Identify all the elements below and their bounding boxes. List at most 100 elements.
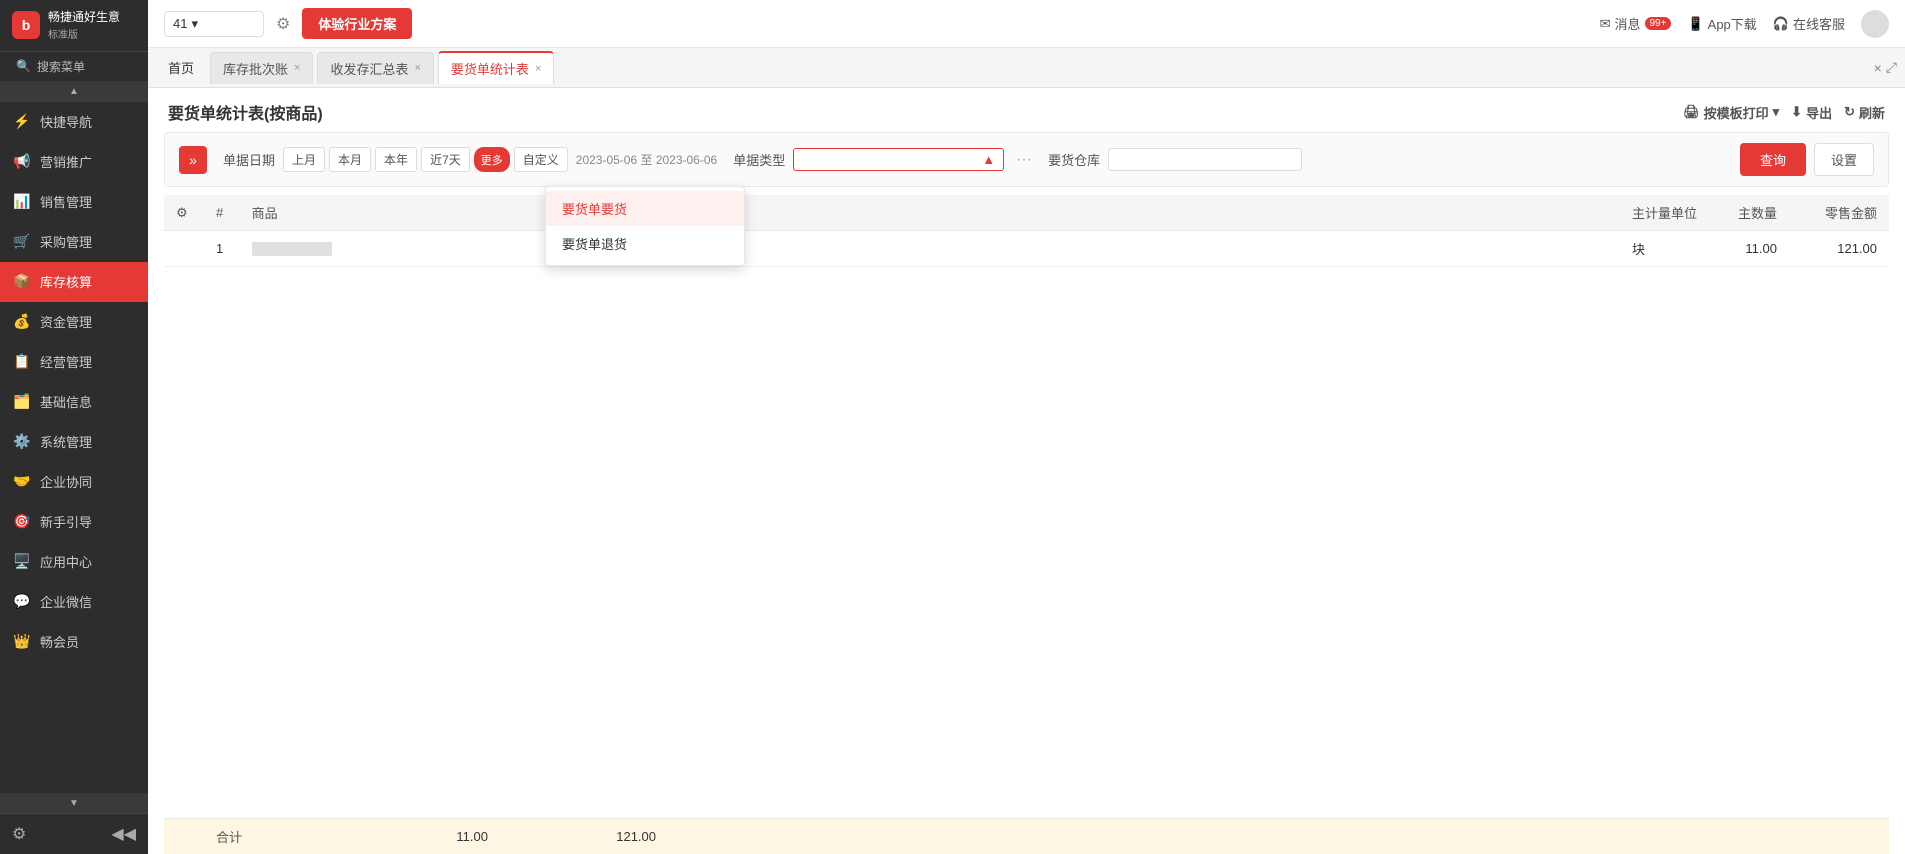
gear-icon[interactable]: ⚙	[176, 205, 188, 220]
download-icon: 📱	[1687, 16, 1703, 32]
sidebar-item-9[interactable]: 🤝 企业协同	[0, 462, 148, 502]
sidebar-scroll-up-btn[interactable]: ▲	[0, 82, 148, 102]
type-select-input[interactable]	[802, 152, 978, 167]
sidebar-item-3[interactable]: 🛒 采购管理	[0, 222, 148, 262]
sidebar-item-10[interactable]: 🎯 新手引导	[0, 502, 148, 542]
refresh-btn[interactable]: ↻ 刷新	[1844, 103, 1885, 122]
sidebar-item-4[interactable]: 📦 库存核算	[0, 262, 148, 302]
dropdown-option-1[interactable]: 要货单要货	[546, 191, 744, 226]
trial-btn[interactable]: 体验行业方案	[302, 8, 412, 39]
sidebar-item-11[interactable]: 🖥️ 应用中心	[0, 542, 148, 582]
user-avatar[interactable]	[1861, 10, 1889, 38]
footer-label: 合计	[176, 827, 408, 846]
topbar-right: ✉ 消息 99+ 📱 App下载 🎧 在线客服	[1600, 10, 1889, 38]
warehouse-select-wrapper[interactable]	[1108, 148, 1302, 171]
sidebar-item-13[interactable]: 👑 畅会员	[0, 622, 148, 662]
export-btn[interactable]: ⬇ 导出	[1791, 103, 1832, 122]
row-qty-0: 11.00	[1709, 231, 1789, 267]
sidebar-search[interactable]: 🔍 搜索菜单	[0, 52, 148, 82]
row-num-0: 1	[200, 231, 240, 267]
sidebar-item-label-12: 企业微信	[40, 592, 92, 611]
online-service-label: 在线客服	[1793, 14, 1845, 33]
company-selector[interactable]: 41 ▾	[164, 11, 264, 37]
tab-inventory-summary[interactable]: 收发存汇总表 ×	[317, 52, 433, 84]
date-custom-btn[interactable]: 自定义	[514, 147, 568, 172]
tab-close-all-btn[interactable]: ×	[1874, 59, 1882, 76]
tab-inventory-batch-close[interactable]: ×	[294, 62, 300, 74]
sidebar-item-icon-8: ⚙️	[12, 432, 32, 452]
sidebar-item-icon-12: 💬	[12, 592, 32, 612]
sidebar-item-12[interactable]: 💬 企业微信	[0, 582, 148, 622]
tab-order-stat-close[interactable]: ×	[535, 63, 541, 75]
sidebar-scroll-down-btn[interactable]: ▼	[0, 793, 148, 813]
sidebar-collapse-icon[interactable]: ◀◀	[111, 824, 136, 844]
date-curr-month-btn[interactable]: 本月	[329, 147, 371, 172]
sidebar-item-icon-11: 🖥️	[12, 552, 32, 572]
message-btn[interactable]: ✉ 消息 99+	[1600, 14, 1672, 33]
app-download-btn[interactable]: 📱 App下载	[1687, 14, 1756, 33]
print-label: 按模板打印	[1704, 103, 1769, 122]
sidebar-search-label: 搜索菜单	[37, 58, 85, 75]
refresh-label: 刷新	[1859, 103, 1885, 122]
export-label: 导出	[1806, 103, 1832, 122]
dropdown-option-2[interactable]: 要货单退货	[546, 226, 744, 261]
sidebar-item-label-1: 营销推广	[40, 152, 92, 171]
type-select-wrapper[interactable]: ▲	[793, 148, 1004, 171]
sidebar-item-label-3: 采购管理	[40, 232, 92, 251]
sidebar-item-8[interactable]: ⚙️ 系统管理	[0, 422, 148, 462]
topbar-gear-icon[interactable]: ⚙	[276, 14, 290, 34]
date-curr-year-btn[interactable]: 本年	[375, 147, 417, 172]
sidebar-item-icon-9: 🤝	[12, 472, 32, 492]
warehouse-select-input[interactable]	[1117, 152, 1293, 167]
date-btns: 上月 本月 本年 近7天 更多 自定义	[283, 147, 568, 172]
col-gear-header: ⚙	[164, 195, 200, 231]
tab-inventory-batch[interactable]: 库存批次账 ×	[210, 52, 313, 84]
row-gear-0	[164, 231, 200, 267]
sidebar-item-icon-4: 📦	[12, 272, 32, 292]
sidebar-item-2[interactable]: 📊 销售管理	[0, 182, 148, 222]
sidebar-item-label-0: 快捷导航	[40, 112, 92, 131]
table-container: ⚙ # 商品 主计量单位 主数量 零售金额 1 块 11.0	[164, 195, 1889, 818]
tab-home[interactable]: 首页	[156, 52, 206, 83]
sidebar-logo: b 畅捷通好生意 标准版	[0, 0, 148, 52]
print-btn[interactable]: 🖨 按模板打印 ▾	[1683, 103, 1779, 122]
sidebar-settings-icon[interactable]: ⚙	[12, 824, 26, 844]
filter-expand-btn[interactable]: »	[179, 146, 207, 174]
sidebar-item-icon-13: 👑	[12, 632, 32, 652]
page-header-actions: 🖨 按模板打印 ▾ ⬇ 导出 ↻ 刷新	[1683, 103, 1885, 122]
sidebar-item-icon-2: 📊	[12, 192, 32, 212]
sidebar-item-0[interactable]: ⚡ 快捷导航	[0, 102, 148, 142]
sidebar-item-7[interactable]: 🗂️ 基础信息	[0, 382, 148, 422]
print-chevron: ▾	[1773, 104, 1780, 120]
topbar-left: 41 ▾ ⚙ 体验行业方案	[164, 8, 412, 39]
page-header: 要货单统计表(按商品) 🖨 按模板打印 ▾ ⬇ 导出 ↻ 刷新	[148, 88, 1905, 132]
tab-inventory-summary-close[interactable]: ×	[414, 62, 420, 74]
date-more-btn[interactable]: 更多	[474, 147, 510, 172]
type-more-btn[interactable]: ···	[1016, 151, 1032, 169]
date-7days-btn[interactable]: 近7天	[421, 147, 470, 172]
sidebar-item-1[interactable]: 📢 营销推广	[0, 142, 148, 182]
export-icon: ⬇	[1791, 104, 1802, 120]
sidebar-item-6[interactable]: 📋 经营管理	[0, 342, 148, 382]
topbar: 41 ▾ ⚙ 体验行业方案 ✉ 消息 99+ 📱 App下载 🎧 在线客服	[148, 0, 1905, 48]
print-icon: 🖨	[1683, 104, 1700, 120]
sidebar-nav: ⚡ 快捷导航 📢 营销推广 📊 销售管理 🛒 采购管理 📦 库存核算 💰 资金管…	[0, 102, 148, 793]
main-area: 41 ▾ ⚙ 体验行业方案 ✉ 消息 99+ 📱 App下载 🎧 在线客服	[148, 0, 1905, 854]
sidebar-item-label-7: 基础信息	[40, 392, 92, 411]
message-icon: ✉	[1600, 16, 1611, 32]
sidebar-item-5[interactable]: 💰 资金管理	[0, 302, 148, 342]
sidebar-footer: ⚙ ◀◀	[0, 813, 148, 854]
tab-inventory-batch-label: 库存批次账	[223, 59, 288, 78]
app-download-label: App下载	[1708, 14, 1757, 33]
date-prev-month-btn[interactable]: 上月	[283, 147, 325, 172]
row-unit-0: 块	[1620, 231, 1709, 267]
type-select-arrow-icon[interactable]: ▲	[982, 152, 995, 167]
sidebar: b 畅捷通好生意 标准版 🔍 搜索菜单 ▲ ⚡ 快捷导航 📢 营销推广 📊 销售…	[0, 0, 148, 854]
tab-expand-btn[interactable]: ⤢	[1886, 59, 1897, 76]
filter-warehouse-group: 要货仓库	[1048, 148, 1302, 171]
tab-order-stat[interactable]: 要货单统计表 ×	[438, 51, 554, 84]
app-name: 畅捷通好生意	[48, 10, 120, 26]
query-btn[interactable]: 查询	[1740, 143, 1806, 176]
online-service-btn[interactable]: 🎧 在线客服	[1773, 14, 1845, 33]
settings-btn[interactable]: 设置	[1814, 143, 1874, 176]
